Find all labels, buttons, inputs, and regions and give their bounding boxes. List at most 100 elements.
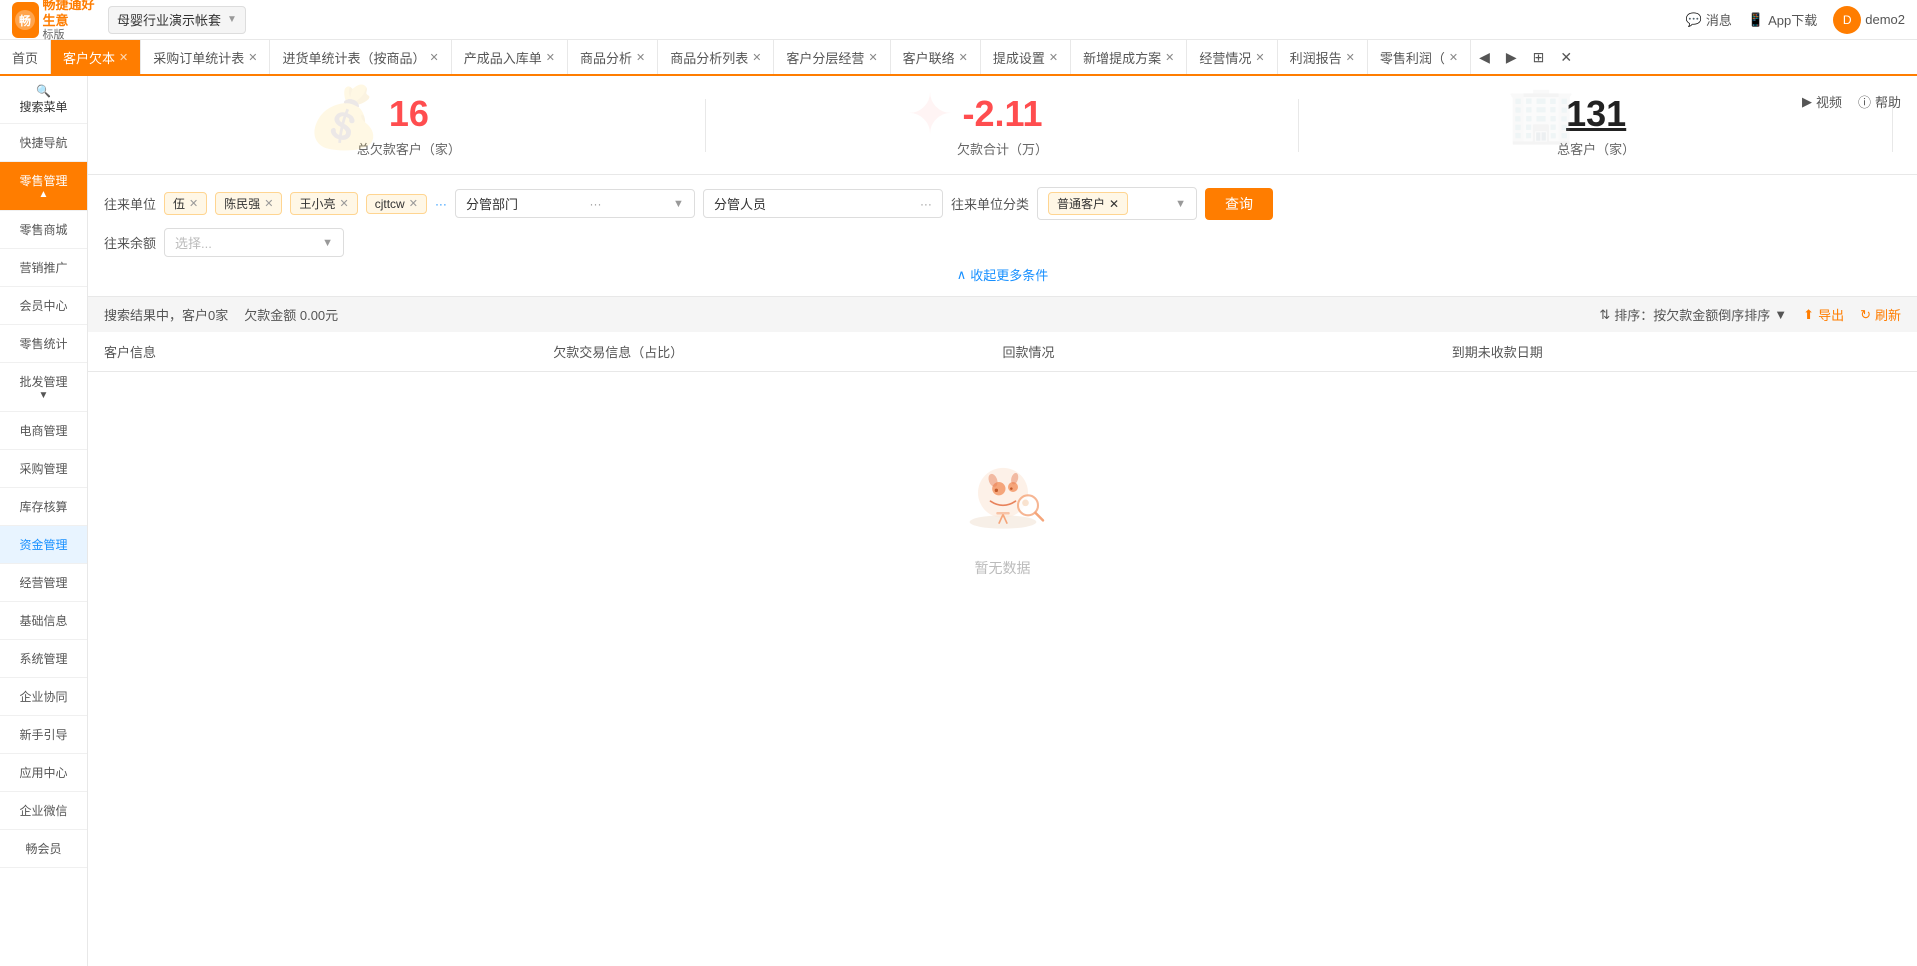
person-select[interactable]: 分管人员 ···: [703, 189, 943, 218]
filter-row-1: 往来单位 伍 ✕ 陈民强 ✕ 王小亮 ✕ cjttcw ✕ ···: [104, 187, 1901, 220]
sidebar-item-wholesale[interactable]: 批发管理 ▼: [0, 363, 87, 412]
tab-add-commission[interactable]: 新增提成方案 ✕: [1071, 40, 1187, 74]
logo-area: 畅 畅捷通好生意 标版: [12, 0, 100, 42]
tab-add-commission-label: 新增提成方案: [1083, 48, 1161, 67]
unit-tag-2-close[interactable]: ✕: [264, 197, 273, 210]
workspace-label: 母婴行业演示帐套: [117, 10, 221, 29]
tab-customer-tier[interactable]: 客户分层经营 ✕: [774, 40, 890, 74]
tab-customer-contact[interactable]: 客户联络 ✕: [891, 40, 981, 74]
collapse-button[interactable]: ∧ 收起更多条件: [957, 265, 1049, 284]
sidebar-item-marketing[interactable]: 营销推广: [0, 249, 87, 287]
tab-home[interactable]: 首页: [0, 40, 51, 74]
tab-customer-tier-close[interactable]: ✕: [868, 51, 877, 64]
tab-operations[interactable]: 经营情况 ✕: [1187, 40, 1277, 74]
sidebar-item-retail[interactable]: 零售管理 ▲: [0, 162, 87, 211]
tab-retail-close[interactable]: ✕: [1449, 51, 1458, 64]
tab-customer-contact-close[interactable]: ✕: [959, 51, 968, 64]
tab-purchase-order[interactable]: 采购订单统计表 ✕: [141, 40, 270, 74]
tab-product-close[interactable]: ✕: [546, 51, 555, 64]
sidebar-item-quick-nav[interactable]: 快捷导航: [0, 124, 87, 162]
unit-more-button[interactable]: ···: [435, 197, 447, 211]
empty-text: 暂无数据: [975, 558, 1031, 578]
tab-close-all-button[interactable]: ✕: [1552, 40, 1580, 74]
tab-inbound-close[interactable]: ✕: [430, 51, 439, 64]
unit-tag-3-close[interactable]: ✕: [340, 197, 349, 210]
sidebar-item-wechat[interactable]: 企业微信: [0, 792, 87, 830]
query-button[interactable]: 查询: [1205, 188, 1273, 220]
message-icon: 💬: [1686, 12, 1702, 28]
tab-product-inbound[interactable]: 产成品入库单 ✕: [452, 40, 568, 74]
user-menu[interactable]: D demo2: [1833, 6, 1905, 34]
video-button[interactable]: ▶ 视频: [1802, 92, 1842, 111]
tab-menu-button[interactable]: ⊞: [1525, 40, 1553, 74]
tab-commission-settings[interactable]: 提成设置 ✕: [981, 40, 1071, 74]
sidebar-search[interactable]: 🔍 搜索菜单: [0, 76, 87, 124]
tab-add-commission-close[interactable]: ✕: [1165, 51, 1174, 64]
unit-tag-2: 陈民强 ✕: [215, 192, 282, 215]
sidebar-item-basic-info[interactable]: 基础信息: [0, 602, 87, 640]
top-bar: 畅 畅捷通好生意 标版 母婴行业演示帐套 ▼ 💬 消息 📱 App下载 D de…: [0, 0, 1917, 40]
extra-select[interactable]: 选择... ▼: [164, 228, 344, 257]
tab-profit-close[interactable]: ✕: [1346, 51, 1355, 64]
avatar: D: [1833, 6, 1861, 34]
category-select[interactable]: 普通客户 ✕ ▼: [1037, 187, 1197, 220]
tab-purchase-order-close[interactable]: ✕: [248, 51, 257, 64]
tab-inbound-stats[interactable]: 进货单统计表（按商品） ✕: [270, 40, 451, 74]
tab-goods-analysis[interactable]: 商品分析 ✕: [568, 40, 658, 74]
tab-retail-profit[interactable]: 零售利润（ ✕: [1368, 40, 1471, 74]
stat-card-customers: 💰 16 总欠款客户（家）: [112, 92, 706, 158]
col-repayment: 回款情况: [1003, 342, 1452, 361]
sidebar-item-operation[interactable]: 经营管理: [0, 564, 87, 602]
category-tag-close[interactable]: ✕: [1109, 197, 1119, 211]
dept-select[interactable]: 分管部门 ··· ▼: [455, 189, 695, 218]
result-bar-left: 搜索结果中，客户0家 欠款金额 0.00元: [104, 305, 338, 324]
refresh-icon: ↻: [1860, 307, 1871, 323]
category-tag: 普通客户 ✕: [1048, 192, 1128, 215]
search-icon: 🔍: [36, 84, 51, 98]
tab-retail-profit-label: 零售利润（: [1380, 48, 1445, 67]
tab-goods-list[interactable]: 商品分析列表 ✕: [658, 40, 774, 74]
workspace-selector[interactable]: 母婴行业演示帐套 ▼: [108, 6, 246, 34]
unit-tag-4-close[interactable]: ✕: [409, 197, 418, 210]
unit-tag-1-close[interactable]: ✕: [189, 197, 198, 210]
tab-customer-debt[interactable]: 客户欠本 ✕: [51, 40, 141, 74]
tab-commission-close[interactable]: ✕: [1049, 51, 1058, 64]
top-right-actions: ▶ 视频 ⓘ 帮助: [1802, 92, 1901, 111]
category-label: 往来单位分类: [951, 194, 1029, 213]
refresh-button[interactable]: ↻ 刷新: [1860, 305, 1901, 324]
tab-goods-close[interactable]: ✕: [636, 51, 645, 64]
extra-arrow-icon: ▼: [322, 237, 333, 249]
unit-tag-1: 伍 ✕: [164, 192, 207, 215]
export-button[interactable]: ⬆ 导出: [1803, 305, 1844, 324]
tab-customer-debt-close[interactable]: ✕: [119, 51, 128, 64]
tab-next-button[interactable]: ▶: [1498, 40, 1525, 74]
tab-operations-close[interactable]: ✕: [1255, 51, 1264, 64]
sidebar-item-ecommerce[interactable]: 电商管理: [0, 412, 87, 450]
stat-debt-label: 欠款合计（万）: [957, 139, 1048, 158]
tab-profit-report[interactable]: 利润报告 ✕: [1278, 40, 1368, 74]
sidebar-item-purchase[interactable]: 采购管理: [0, 450, 87, 488]
sort-select[interactable]: ⇅ 排序：按欠款金额倒序排序 ▼: [1599, 305, 1787, 324]
sidebar-item-finance[interactable]: 资金管理: [0, 526, 87, 564]
play-icon: ▶: [1802, 94, 1812, 110]
tab-goods-list-close[interactable]: ✕: [752, 51, 761, 64]
sidebar-item-retail-mall[interactable]: 零售商城: [0, 211, 87, 249]
filter-area: 往来单位 伍 ✕ 陈民强 ✕ 王小亮 ✕ cjttcw ✕ ···: [88, 175, 1917, 297]
unit-tag-3: 王小亮 ✕: [290, 192, 357, 215]
top-bar-right: 💬 消息 📱 App下载 D demo2: [1686, 6, 1905, 34]
sidebar-item-collab[interactable]: 企业协同: [0, 678, 87, 716]
sidebar-item-member[interactable]: 会员中心: [0, 287, 87, 325]
app-download-button[interactable]: 📱 App下载: [1748, 10, 1817, 29]
logo-icon: 畅: [12, 2, 39, 38]
message-button[interactable]: 💬 消息: [1686, 10, 1732, 29]
tab-prev-button[interactable]: ◀: [1471, 40, 1498, 74]
sidebar-item-system[interactable]: 系统管理: [0, 640, 87, 678]
sidebar-item-member2[interactable]: 畅会员: [0, 830, 87, 868]
help-button[interactable]: ⓘ 帮助: [1858, 92, 1901, 111]
sidebar-item-inventory[interactable]: 库存核算: [0, 488, 87, 526]
table-header: 客户信息 欠款交易信息（占比） 回款情况 到期未收款日期: [88, 332, 1917, 372]
search-result-text: 搜索结果中，客户0家: [104, 305, 228, 324]
sidebar-item-guide[interactable]: 新手引导: [0, 716, 87, 754]
sidebar-item-app-center[interactable]: 应用中心: [0, 754, 87, 792]
sidebar-item-retail-stats[interactable]: 零售统计: [0, 325, 87, 363]
